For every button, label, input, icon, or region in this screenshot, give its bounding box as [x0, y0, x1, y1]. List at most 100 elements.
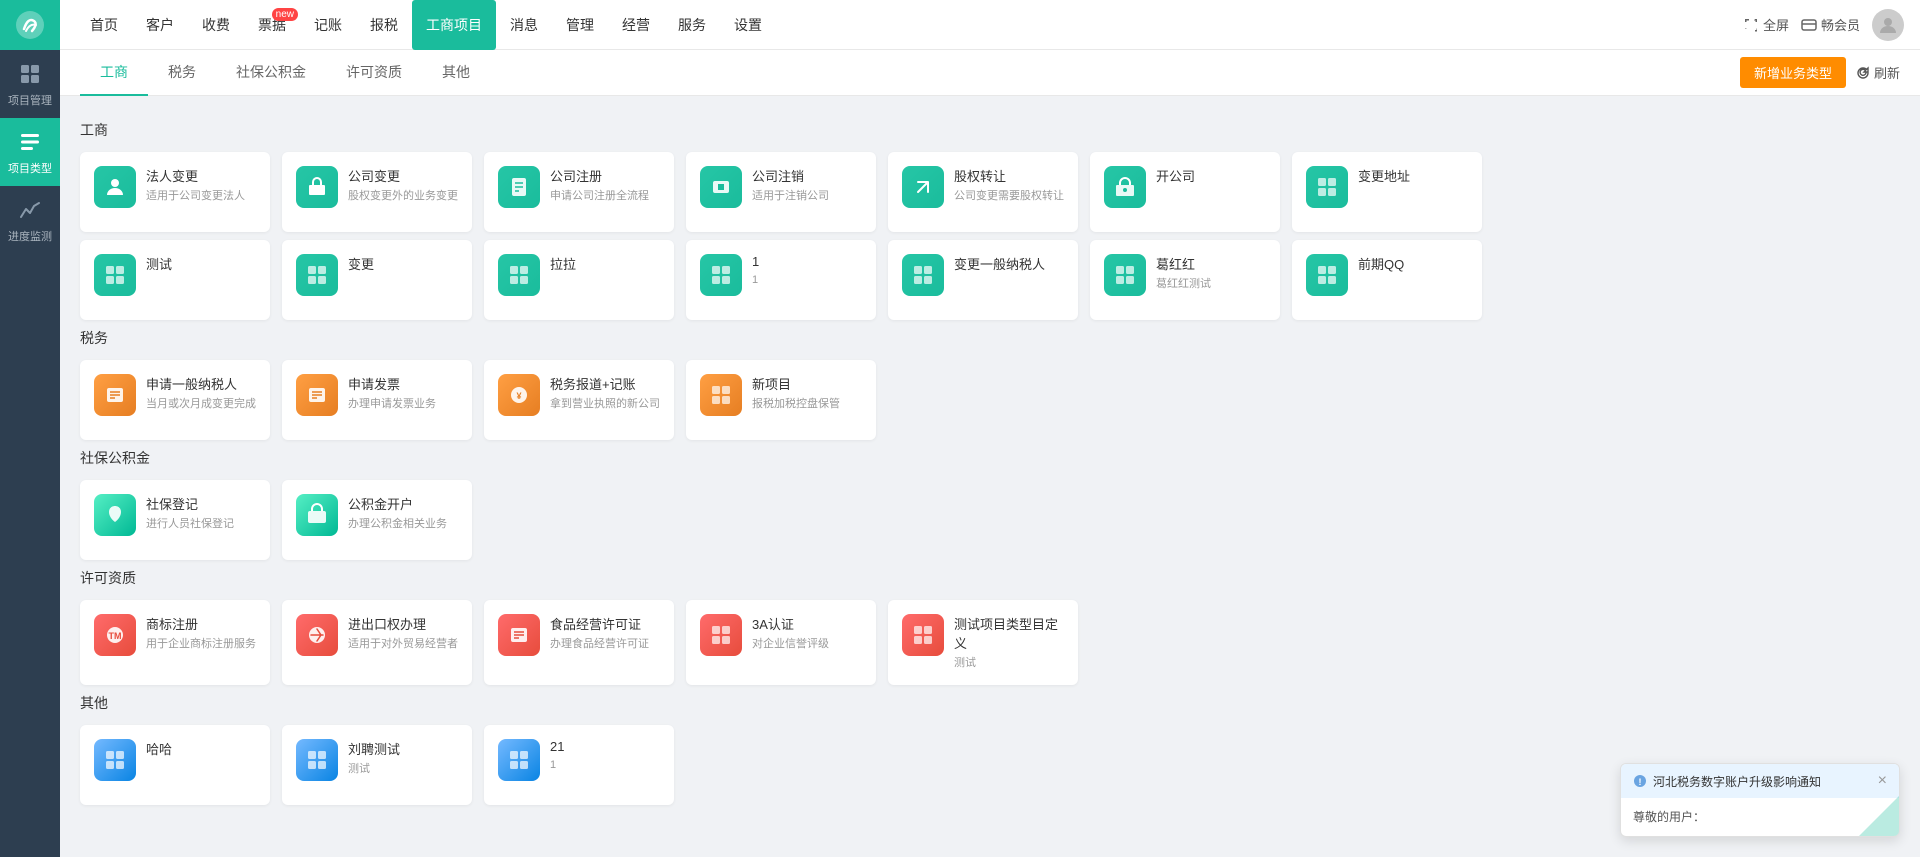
card-company-register[interactable]: 公司注册 申请公司注册全流程	[484, 152, 674, 232]
sidebar-item-project-type[interactable]: 项目类型	[0, 118, 60, 186]
card-import-export[interactable]: 进出口权办理 适用于对外贸易经营者	[282, 600, 472, 685]
card-text-haha: 哈哈	[146, 739, 256, 762]
nav-operate[interactable]: 经营	[608, 0, 664, 50]
member-button[interactable]: 畅会员	[1801, 15, 1860, 34]
card-text-test: 测试	[146, 254, 256, 277]
nav-accounting[interactable]: 记账	[300, 0, 356, 50]
nav-client[interactable]: 客户	[132, 0, 188, 50]
sub-tabs-actions: 新增业务类型 刷新	[1740, 57, 1900, 88]
card-text-food-license: 食品经营许可证 办理食品经营许可证	[550, 614, 660, 652]
nav-home[interactable]: 首页	[76, 0, 132, 50]
tax-card-grid: 申请一般纳税人 当月或次月成变更完成 申请发票 办理申请发票业务	[80, 360, 1900, 440]
card-icon-one	[700, 254, 742, 296]
refresh-icon	[1856, 66, 1870, 80]
sidebar-label-progress-monitor: 进度监测	[8, 228, 52, 244]
card-ge-honghong[interactable]: 葛红红 葛红红测试	[1090, 240, 1280, 320]
fullscreen-button[interactable]: 全屏	[1743, 15, 1789, 34]
svg-text:!: !	[1639, 777, 1642, 787]
section-industry-title: 工商	[80, 120, 1900, 140]
card-icon-haha	[94, 739, 136, 781]
card-text-tax-report: 税务报道+记账 拿到营业执照的新公司	[550, 374, 660, 412]
card-liu-peice[interactable]: 刘聘测试 测试	[282, 725, 472, 805]
card-text-early-qq: 前期QQ	[1358, 254, 1468, 277]
card-company-cancel[interactable]: 公司注销 适用于注销公司	[686, 152, 876, 232]
card-text-company-register: 公司注册 申请公司注册全流程	[550, 166, 660, 204]
tab-license[interactable]: 许可资质	[326, 50, 422, 96]
license-card-grid: TM 商标注册 用于企业商标注册服务 进出口权办理 适用于	[80, 600, 1900, 685]
progress-monitor-icon	[16, 196, 44, 224]
card-text-company-change: 公司变更 股权变更外的业务变更	[348, 166, 458, 204]
nav-manage[interactable]: 管理	[552, 0, 608, 50]
notification-close-button[interactable]: ×	[1878, 772, 1887, 790]
sub-tabs-bar: 工商 税务 社保公积金 许可资质 其他 新增业务类型 刷新	[60, 50, 1920, 96]
card-change[interactable]: 变更	[282, 240, 472, 320]
card-icon-apply-taxpayer	[94, 374, 136, 416]
card-text-ge-honghong: 葛红红 葛红红测试	[1156, 254, 1266, 292]
card-icon-food-license	[498, 614, 540, 656]
card-equity-transfer[interactable]: 股权转让 公司变更需要股权转让	[888, 152, 1078, 232]
tab-other[interactable]: 其他	[422, 50, 490, 96]
nav-industry[interactable]: 工商项目	[412, 0, 496, 50]
project-type-icon	[16, 128, 44, 156]
tab-tax[interactable]: 税务	[148, 50, 216, 96]
svg-text:TM: TM	[109, 631, 122, 641]
sidebar: 项目管理 项目类型 进度监测	[0, 0, 60, 857]
card-text-change: 变更	[348, 254, 458, 277]
card-tax-report[interactable]: ¥ 税务报道+记账 拿到营业执照的新公司	[484, 360, 674, 440]
new-type-button[interactable]: 新增业务类型	[1740, 57, 1846, 88]
card-icon-company-register	[498, 166, 540, 208]
card-text-equity-transfer: 股权转让 公司变更需要股权转让	[954, 166, 1064, 204]
card-new-project[interactable]: 新项目 报税加税控盘保管	[686, 360, 876, 440]
notification-header: ! 河北税务数字账户升级影响通知 ×	[1621, 764, 1899, 798]
card-food-license[interactable]: 食品经营许可证 办理食品经营许可证	[484, 600, 674, 685]
sidebar-item-progress-monitor[interactable]: 进度监测	[0, 186, 60, 254]
card-icon-3a-cert	[700, 614, 742, 656]
nav-invoice[interactable]: 票据 new	[244, 0, 300, 50]
tab-social[interactable]: 社保公积金	[216, 50, 326, 96]
card-icon-company-change	[296, 166, 338, 208]
nav-message[interactable]: 消息	[496, 0, 552, 50]
section-social-title: 社保公积金	[80, 448, 1900, 468]
card-early-qq[interactable]: 前期QQ	[1292, 240, 1482, 320]
refresh-button[interactable]: 刷新	[1856, 63, 1900, 82]
notification-title: 河北税务数字账户升级影响通知	[1653, 773, 1821, 790]
invoice-badge: new	[272, 8, 298, 21]
card-one[interactable]: 1 1	[686, 240, 876, 320]
card-icon-open-company	[1104, 166, 1146, 208]
nav-billing[interactable]: 收费	[188, 0, 244, 50]
card-test-type[interactable]: 测试项目类型目定义 测试	[888, 600, 1078, 685]
nav-settings[interactable]: 设置	[720, 0, 776, 50]
card-icon-equity-transfer	[902, 166, 944, 208]
card-open-company[interactable]: 开公司	[1090, 152, 1280, 232]
card-text-open-company: 开公司	[1156, 166, 1266, 189]
card-fund-account[interactable]: 公积金开户 办理公积金相关业务	[282, 480, 472, 560]
card-icon-early-qq	[1306, 254, 1348, 296]
card-icon-test-type	[902, 614, 944, 656]
section-industry: 工商 法人变更 适用于公司变更法人	[60, 96, 1920, 829]
card-legal-change[interactable]: 法人变更 适用于公司变更法人	[80, 152, 270, 232]
card-change-address[interactable]: 变更地址	[1292, 152, 1482, 232]
card-company-change[interactable]: 公司变更 股权变更外的业务变更	[282, 152, 472, 232]
card-test[interactable]: 测试	[80, 240, 270, 320]
tab-industry[interactable]: 工商	[80, 50, 148, 96]
user-avatar[interactable]	[1872, 9, 1904, 41]
nav-service[interactable]: 服务	[664, 0, 720, 50]
card-trademark[interactable]: TM 商标注册 用于企业商标注册服务	[80, 600, 270, 685]
card-apply-taxpayer[interactable]: 申请一般纳税人 当月或次月成变更完成	[80, 360, 270, 440]
nav-tax[interactable]: 报税	[356, 0, 412, 50]
card-3a-cert[interactable]: 3A认证 对企业信誉评级	[686, 600, 876, 685]
card-text-change-taxpayer: 变更一般纳税人	[954, 254, 1064, 277]
content-wrapper: 工商 税务 社保公积金 许可资质 其他 新增业务类型 刷新 工商	[60, 50, 1920, 857]
card-text-legal-change: 法人变更 适用于公司变更法人	[146, 166, 256, 204]
card-apply-invoice[interactable]: 申请发票 办理申请发票业务	[282, 360, 472, 440]
card-lala[interactable]: 拉拉	[484, 240, 674, 320]
card-social-register[interactable]: 社保登记 进行人员社保登记	[80, 480, 270, 560]
card-twenty-one[interactable]: 21 1	[484, 725, 674, 805]
card-change-taxpayer[interactable]: 变更一般纳税人	[888, 240, 1078, 320]
section-tax-title: 税务	[80, 328, 1900, 348]
member-icon	[1801, 17, 1817, 33]
project-mgmt-icon	[16, 60, 44, 88]
sidebar-item-project-mgmt[interactable]: 项目管理	[0, 50, 60, 118]
card-icon-ge-honghong	[1104, 254, 1146, 296]
card-haha[interactable]: 哈哈	[80, 725, 270, 805]
